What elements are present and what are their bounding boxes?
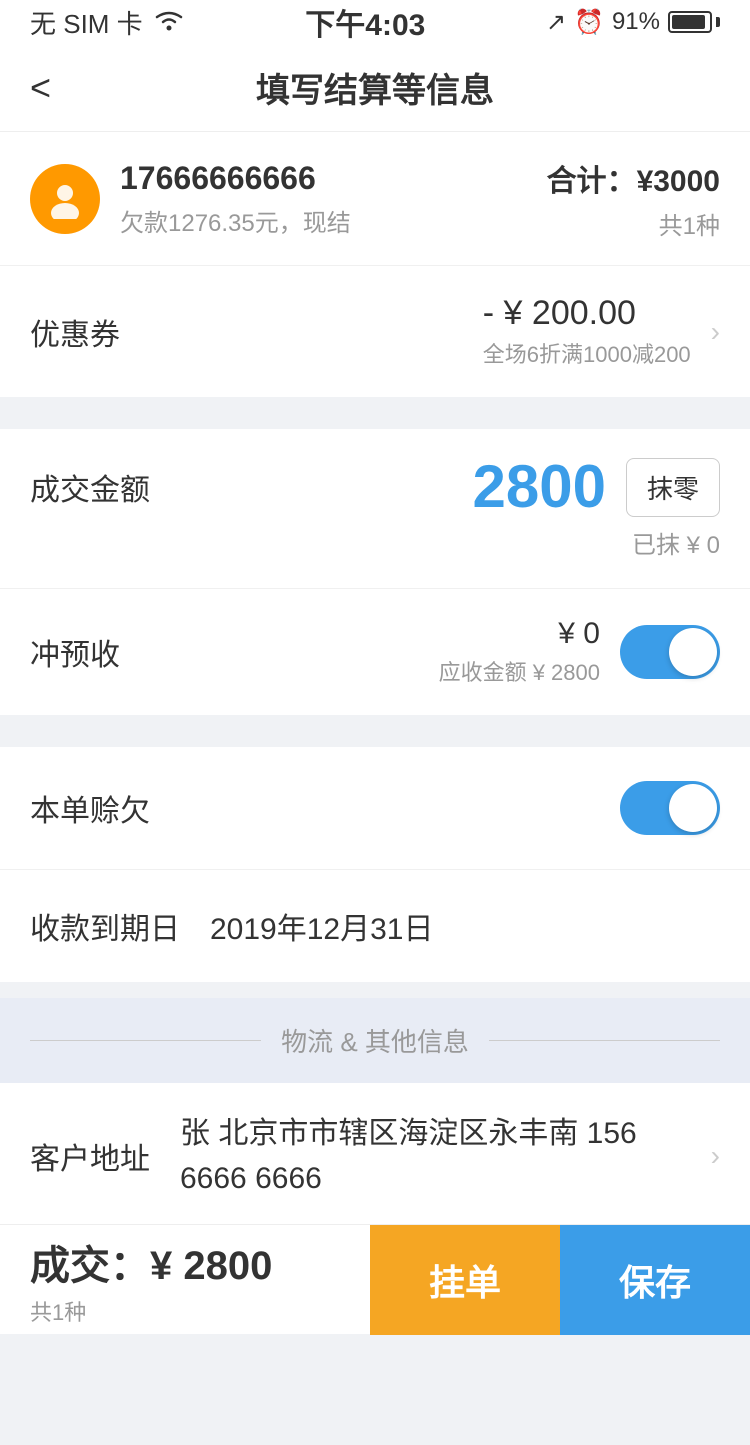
bottom-summary: 成交：¥ 2800 共1种 [0,1233,370,1327]
toggle-knob [669,628,717,676]
bottom-deal-amount: 成交：¥ 2800 [30,1233,340,1291]
address-label: 客户地址 [30,1134,150,1178]
location-icon: ↗ [546,8,566,37]
status-bar: 无 SIM 卡 下午4:03 ↗ ⏰ 91% [0,0,750,44]
coupon-info: - ¥ 200.00 全场6折满1000减200 [483,294,691,369]
customer-info: 17666666666 欠款1276.35元，现结 [120,160,351,238]
debt-section: 本单赊欠 收款到期日 2019年12月31日 [0,747,750,982]
address-value: 张 北京市市辖区海淀区永丰南 156 6666 6666 [180,1111,701,1201]
prepay-row: 冲预收 ¥ 0 应收金额 ¥ 2800 [0,588,750,715]
debt-toggle[interactable] [620,781,720,835]
bottom-bar: 成交：¥ 2800 共1种 挂单 保存 [0,1224,750,1334]
logistics-text: 物流 & 其他信息 [281,1022,469,1059]
page-title: 填写结算等信息 [256,63,494,112]
debt-label: 本单赊欠 [30,786,150,830]
coupon-right: - ¥ 200.00 全场6折满1000减200 › [483,294,720,369]
logistics-line-right [489,1040,720,1041]
avatar [30,164,100,234]
status-time: 下午4:03 [305,0,425,44]
deal-amount-value: 2800 [473,457,606,517]
divider-1 [0,413,750,429]
prepay-right: ¥ 0 应收金额 ¥ 2800 [439,617,720,687]
prepay-sub-text: 应收金额 ¥ 2800 [439,655,600,687]
coupon-description: 全场6折满1000减200 [483,337,691,369]
prepay-amount: ¥ 0 [439,617,600,651]
debt-row: 本单赊欠 [0,747,750,869]
battery-icon [668,11,720,33]
address-arrow-icon: › [711,1140,720,1172]
total-amount-value: ¥3000 [637,165,720,198]
logistics-separator: 物流 & 其他信息 [0,998,750,1083]
bottom-count: 共1种 [30,1295,340,1327]
customer-section: 17666666666 欠款1276.35元，现结 合计：¥3000 共1种 优… [0,132,750,397]
nav-bar: < 填写结算等信息 [0,44,750,132]
address-section: 客户地址 张 北京市市辖区海淀区永丰南 156 6666 6666 › [0,1083,750,1229]
coupon-label: 优惠券 [30,310,120,354]
customer-left: 17666666666 欠款1276.35元，现结 [30,160,351,238]
address-row[interactable]: 客户地址 张 北京市市辖区海淀区永丰南 156 6666 6666 › [0,1083,750,1229]
deal-amount-row: 成交金额 2800 抹零 已抹 ¥ 0 [0,429,750,588]
divider-2 [0,731,750,747]
deal-amount-label: 成交金额 [30,465,150,509]
wifi-icon [153,7,185,38]
status-left: 无 SIM 卡 [30,4,185,41]
save-button[interactable]: 保存 [560,1225,750,1335]
logistics-line-left [30,1040,261,1041]
debt-toggle-knob [669,784,717,832]
battery-percentage: 91% [612,8,660,36]
total-count: 共1种 [547,206,720,241]
status-right: ↗ ⏰ 91% [546,8,720,37]
customer-right: 合计：¥3000 共1种 [547,156,720,241]
coupon-row[interactable]: 优惠券 - ¥ 200.00 全场6折满1000减200 › [0,265,750,397]
deal-sub-text: 已抹 ¥ 0 [30,525,720,560]
total-amount: 合计：¥3000 [547,156,720,200]
bottom-deal-value: ¥ 2800 [150,1244,272,1288]
coupon-arrow-icon: › [711,316,720,348]
customer-phone: 17666666666 [120,160,351,197]
sim-label: 无 SIM 卡 [30,4,143,41]
coupon-discount: - ¥ 200.00 [483,294,691,333]
clock-icon: ⏰ [574,8,604,37]
hang-button[interactable]: 挂单 [370,1225,560,1335]
due-date-value: 2019年12月31日 [210,904,433,948]
customer-sub-text: 欠款1276.35元，现结 [120,203,351,238]
prepay-label: 冲预收 [30,630,120,674]
bottom-deal-label: 成交： [30,1244,150,1288]
deal-right: 2800 抹零 [473,457,721,517]
due-date-label: 收款到期日 [30,904,180,948]
total-label: 合计： [547,165,637,198]
back-button[interactable]: < [30,67,51,109]
prepay-toggle[interactable] [620,625,720,679]
prepay-amount-block: ¥ 0 应收金额 ¥ 2800 [439,617,600,687]
deal-row-inner: 成交金额 2800 抹零 [30,457,720,517]
round-button[interactable]: 抹零 [626,458,720,517]
customer-row: 17666666666 欠款1276.35元，现结 合计：¥3000 共1种 [0,132,750,265]
deal-section: 成交金额 2800 抹零 已抹 ¥ 0 冲预收 ¥ 0 应收金额 ¥ 2800 [0,429,750,715]
due-date-row: 收款到期日 2019年12月31日 [0,869,750,982]
